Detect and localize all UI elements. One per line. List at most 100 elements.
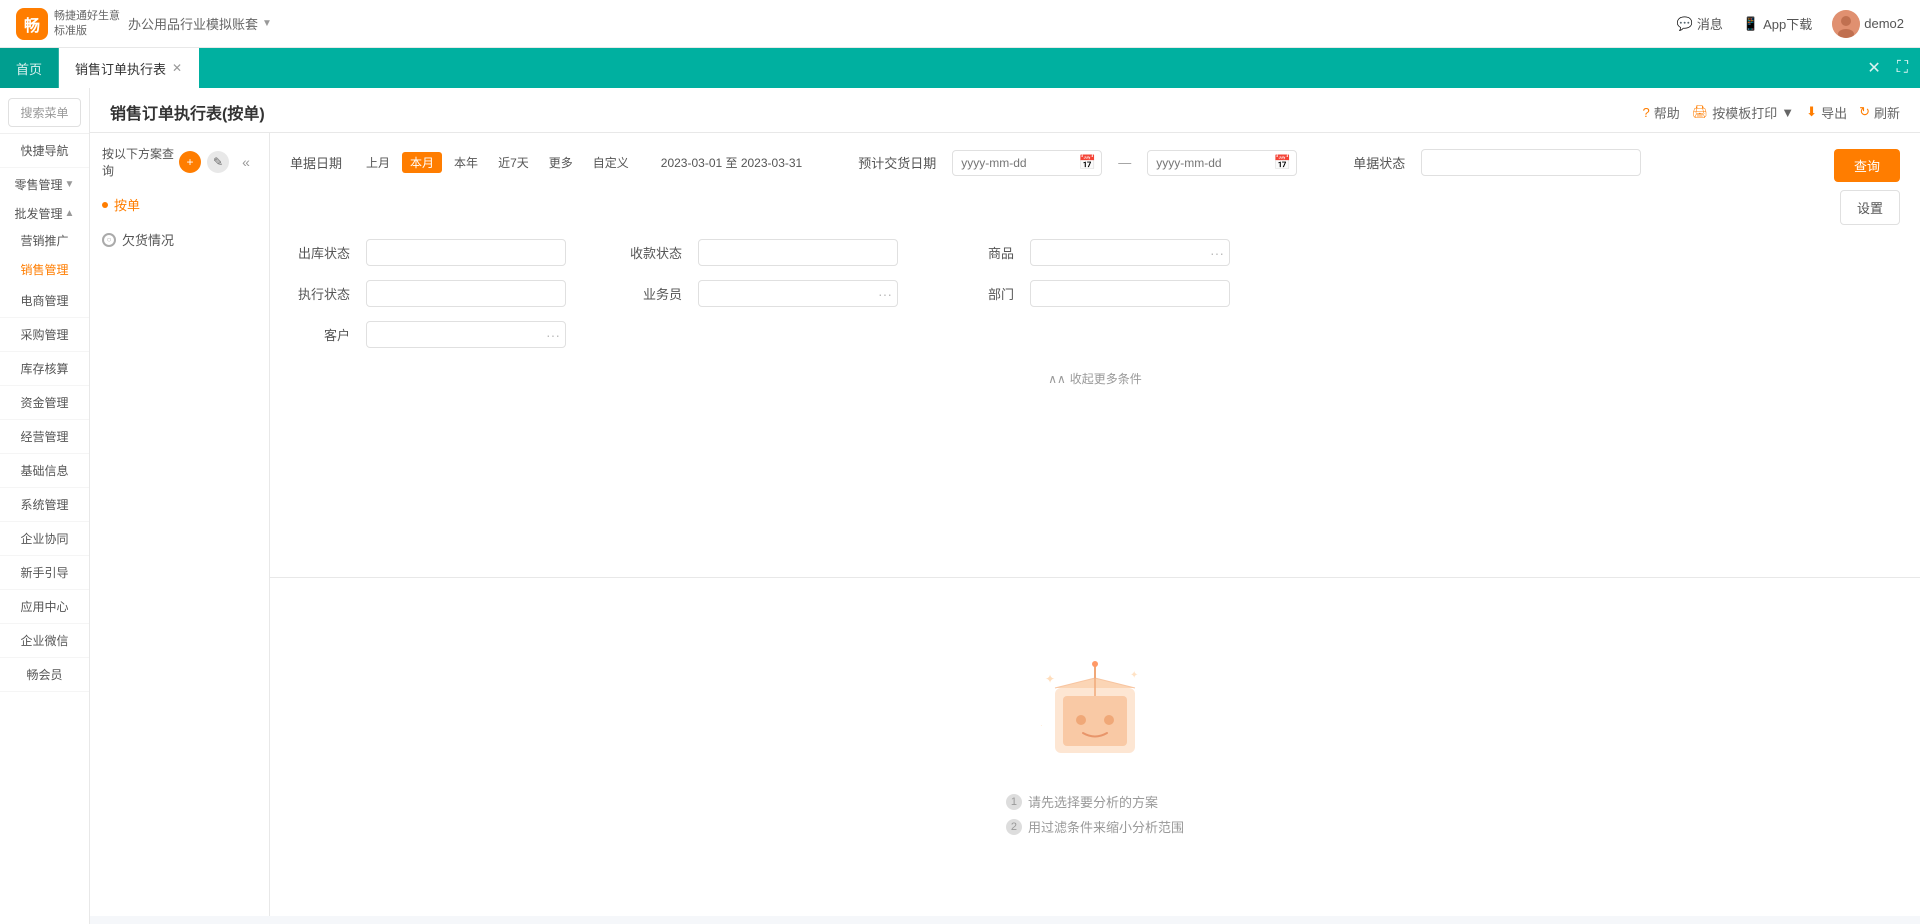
salesperson-more-icon[interactable]: ··· [878,286,892,302]
exec-select[interactable] [366,280,566,307]
user-menu[interactable]: demo2 [1832,10,1904,38]
content-body: 按以下方案查询 + ✎ « 按单 [90,133,1920,916]
main-layout: 搜索菜单 快捷导航 零售管理 ▼ 批发管理 ▲ 营销推广 销售管理 电商管理 采… [0,88,1920,924]
collapse-filters-button[interactable]: ∧∧ 收起更多条件 [1048,370,1142,387]
tab-bar-right: ✕ ⛶ [1863,48,1920,88]
sidebar-item-wechat[interactable]: 企业微信 [0,624,89,658]
refresh-icon: ↻ [1859,104,1870,120]
sidebar-item-newbie[interactable]: 新手引导 [0,556,89,590]
customer-input[interactable] [366,321,566,348]
svg-text:·: · [1040,721,1043,730]
date-this-month-btn[interactable]: 本月 [402,152,442,173]
status-label: 单据状态 [1353,153,1405,172]
sidebar-item-finance[interactable]: 资金管理 [0,386,89,420]
date-separator: — [1118,155,1131,170]
product-input[interactable] [1030,239,1230,266]
header-actions: ? 帮助 🖨 按模板打印 ▼ ⬇ 导出 ↻ 刷新 [1643,103,1901,122]
department-select[interactable] [1030,280,1230,307]
payment-label: 收款状态 [622,243,682,262]
collapse-panel-button[interactable]: « [235,151,257,173]
filter-data-area: 单据日期 上月 本月 本年 近7天 更多 自定义 2023-03-01 至 20… [270,133,1920,916]
customer-input-wrap: ··· [366,321,566,348]
print-icon: 🖨 [1692,104,1709,120]
sidebar-section-wholesale-header[interactable]: 批发管理 ▲ [0,197,89,226]
svg-text:✦: ✦ [1045,672,1055,686]
app-download-button[interactable]: 📱 App下载 [1743,14,1812,33]
collapse-icon: « [242,154,250,170]
sidebar-item-basic[interactable]: 基础信息 [0,454,89,488]
mobile-icon: 📱 [1743,16,1759,32]
calendar-end-icon[interactable]: 📅 [1274,154,1291,171]
customer-more-icon[interactable]: ··· [546,327,560,343]
shipment-select-wrap [366,239,566,266]
scheme-item-欠货[interactable]: ○ 欠货情况 [90,222,269,257]
date-last-7-days-btn[interactable]: 近7天 [490,152,537,173]
inactive-ring-icon: ○ [102,233,116,247]
status-select[interactable] [1421,149,1641,176]
tab-sales-order[interactable]: 销售订单执行表 ✕ [59,48,199,88]
sidebar-search: 搜索菜单 [0,88,89,134]
sidebar-item-enterprise[interactable]: 企业协同 [0,522,89,556]
logo-box: 畅 畅捷通好生意 标准版 [16,8,120,40]
sidebar-item-member[interactable]: 畅会员 [0,658,89,692]
sidebar-item-quicknav[interactable]: 快捷导航 [0,134,89,168]
date-this-year-btn[interactable]: 本年 [446,152,486,173]
refresh-button[interactable]: ↻ 刷新 [1859,103,1900,122]
product-input-wrap: ··· [1030,239,1230,266]
shipment-select[interactable] [366,239,566,266]
tab-expand-icon[interactable]: ⛶ [1893,55,1912,81]
sidebar-item-sales[interactable]: 销售管理 [0,255,89,284]
message-icon: 💬 [1677,16,1693,32]
query-button[interactable]: 查询 [1834,149,1900,182]
filter-row-4: 客户 ··· [290,321,1900,348]
edit-scheme-button[interactable]: ✎ [207,151,229,173]
print-button[interactable]: 🖨 按模板打印 ▼ [1692,103,1794,122]
settings-button[interactable]: 设置 [1840,190,1900,225]
right-actions: 查询 设置 [1834,149,1900,225]
expected-date-start-wrap: 📅 [952,150,1102,176]
page-header: 销售订单执行表(按单) ? 帮助 🖨 按模板打印 ▼ ⬇ 导出 ↻ 刷新 [90,88,1920,133]
logo-icon: 畅 [16,8,48,40]
collapse-up-icon: ∧∧ [1048,372,1066,386]
empty-state: ✦ ✦ · 1 请先选择要分析的方案 2 用过滤条件来缩小分析范围 [270,578,1920,916]
empty-svg: ✦ ✦ · [1035,658,1155,768]
sidebar-item-marketing[interactable]: 营销推广 [0,226,89,255]
sidebar-item-ecommerce[interactable]: 电商管理 [0,284,89,318]
sidebar: 搜索菜单 快捷导航 零售管理 ▼ 批发管理 ▲ 营销推广 销售管理 电商管理 采… [0,88,90,924]
payment-select[interactable] [698,239,898,266]
product-more-icon[interactable]: ··· [1210,245,1224,261]
filter-area: 单据日期 上月 本月 本年 近7天 更多 自定义 2023-03-01 至 20… [270,133,1920,577]
left-panel-actions: + ✎ « [179,151,257,173]
sidebar-item-apps[interactable]: 应用中心 [0,590,89,624]
status-select-wrap [1421,149,1641,176]
sidebar-section-retail: 零售管理 ▼ [0,168,89,197]
left-panel: 按以下方案查询 + ✎ « 按单 [90,133,270,916]
scheme-item-单[interactable]: 按单 [90,187,269,222]
help-button[interactable]: ? 帮助 [1643,103,1680,122]
sidebar-item-operations[interactable]: 经营管理 [0,420,89,454]
tab-close-window-icon[interactable]: ✕ [1863,54,1884,82]
date-custom-btn[interactable]: 自定义 [585,152,637,173]
payment-select-wrap [698,239,898,266]
active-dot-icon [102,202,108,208]
shipment-label: 出库状态 [290,243,350,262]
sidebar-item-system[interactable]: 系统管理 [0,488,89,522]
date-range-display: 2023-03-01 至 2023-03-31 [661,154,802,171]
sidebar-item-inventory[interactable]: 库存核算 [0,352,89,386]
sidebar-item-purchase[interactable]: 采购管理 [0,318,89,352]
tab-home[interactable]: 首页 [0,48,59,88]
salesperson-input[interactable] [698,280,898,307]
tab-close-icon[interactable]: ✕ [172,61,182,75]
page-selector[interactable]: 办公用品行业模拟账套 ▼ [128,14,272,33]
sidebar-section-retail-header[interactable]: 零售管理 ▼ [0,168,89,197]
calendar-start-icon[interactable]: 📅 [1079,154,1096,171]
wholesale-chevron-icon: ▲ [65,208,75,219]
expected-date-end-wrap: 📅 [1147,150,1297,176]
retail-chevron-icon: ▼ [65,179,75,190]
search-menu-button[interactable]: 搜索菜单 [8,98,81,127]
message-button[interactable]: 💬 消息 [1677,14,1723,33]
add-scheme-button[interactable]: + [179,151,201,173]
date-more-btn[interactable]: 更多 [541,152,581,173]
date-last-month-btn[interactable]: 上月 [358,152,398,173]
export-button[interactable]: ⬇ 导出 [1806,103,1847,122]
